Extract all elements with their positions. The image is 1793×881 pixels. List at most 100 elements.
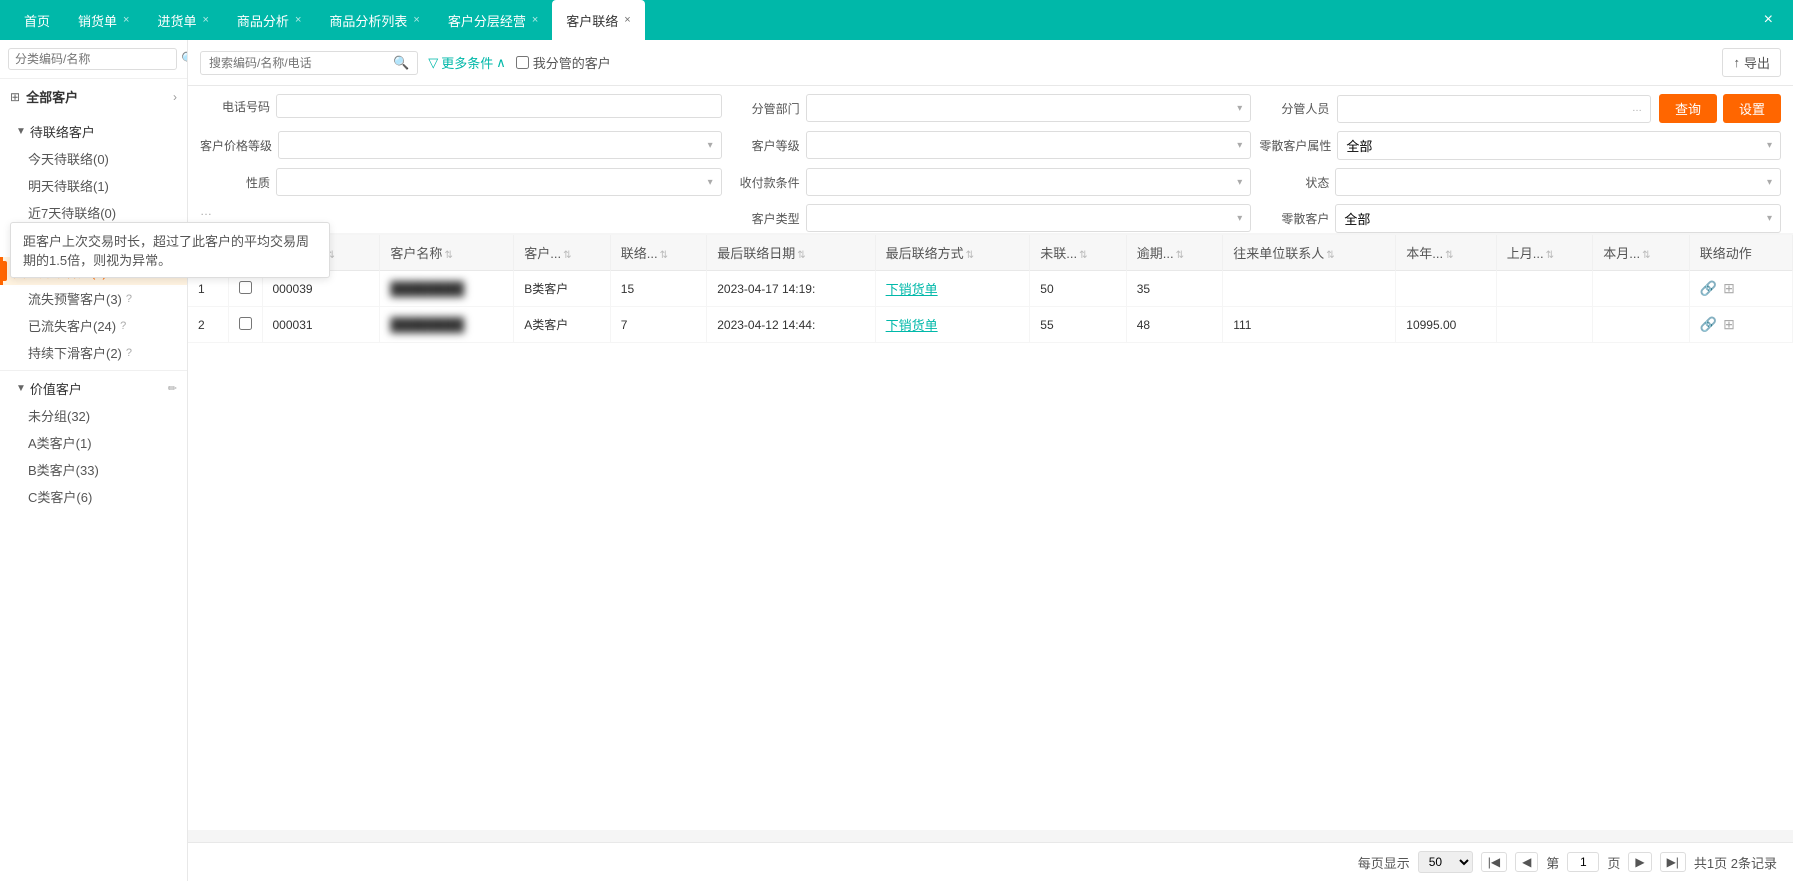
value-customer-header[interactable]: ▼ 价值客户 ✏ — [0, 375, 187, 402]
sidebar-all-customers[interactable]: ⊞ 全部客户 › — [0, 79, 187, 114]
col-last-date: 最后联络日期⇅ — [707, 235, 875, 271]
row2-code: 000031 — [262, 307, 380, 343]
tooltip-text: 距客户上次交易时长，超过了此客户的平均交易周期的1.5倍，则视为异常。 — [23, 234, 309, 268]
next-page-button[interactable]: ▶ — [1628, 852, 1651, 872]
prev-page-button[interactable]: ◀ — [1515, 852, 1538, 872]
row1-not-contacted: 50 — [1030, 271, 1126, 307]
my-customer-checkbox[interactable] — [516, 56, 529, 69]
filter-phone-row: 电话号码 — [200, 94, 722, 118]
col-last-month: 上月...⇅ — [1496, 235, 1592, 271]
nav-purchase-order[interactable]: 进货单 × — [143, 0, 222, 40]
horizontal-scrollbar[interactable] — [188, 830, 1793, 842]
sort-lastmonth-icon[interactable]: ⇅ — [1546, 250, 1554, 261]
payment-select[interactable]: ▾ — [806, 168, 1252, 196]
sidebar-a-class[interactable]: A类客户(1) — [0, 429, 187, 456]
sort-contact-icon[interactable]: ⇅ — [660, 250, 668, 261]
sidebar-search-input[interactable] — [8, 48, 177, 70]
close-sales-order-icon[interactable]: × — [123, 14, 129, 26]
lost-help-icon[interactable]: ? — [126, 293, 132, 305]
sort-not-icon[interactable]: ⇅ — [1079, 250, 1087, 261]
filter-customer-grade-row: 客户等级 ▾ — [730, 131, 1252, 159]
lost-help2-icon[interactable]: ? — [120, 320, 126, 332]
page-number-input[interactable] — [1567, 852, 1599, 872]
sidebar-tomorrow-contact[interactable]: 明天待联络(1) — [0, 172, 187, 199]
sidebar-already-lost[interactable]: 已流失客户(24) ? — [0, 312, 187, 339]
row2-grid-icon[interactable]: ⊞ — [1723, 316, 1735, 333]
filter-search-input[interactable] — [209, 56, 389, 70]
row1-name: ████████ — [380, 271, 514, 307]
nav-home[interactable]: 首页 — [10, 0, 64, 40]
sort-overdue-icon[interactable]: ⇅ — [1176, 250, 1184, 261]
triangle-down-icon: ▼ — [16, 126, 26, 137]
window-close-button[interactable]: × — [1754, 11, 1783, 29]
sort-type-icon[interactable]: ⇅ — [563, 250, 571, 261]
row2-checkbox[interactable] — [228, 307, 262, 343]
row2-action: 🔗 ⊞ — [1689, 307, 1792, 343]
close-product-analysis-list-icon[interactable]: × — [413, 14, 419, 26]
sidebar-c-class[interactable]: C类客户(6) — [0, 483, 187, 510]
last-page-button[interactable]: ▶| — [1660, 852, 1686, 872]
more-filters-button[interactable]: ▽ 更多条件 ∧ — [428, 53, 506, 72]
row2-last-method[interactable]: 下销货单 — [875, 307, 1030, 343]
close-customer-contact-icon[interactable]: × — [624, 14, 630, 26]
sort-person-icon[interactable]: ⇅ — [1326, 250, 1334, 261]
sidebar-search-icon[interactable]: 🔍 — [181, 51, 188, 67]
page-label: 第 — [1546, 853, 1559, 872]
col-overdue: 逾期...⇅ — [1126, 235, 1222, 271]
scatter-customer-label: 零散客户 — [1259, 210, 1329, 227]
sidebar-lost-warning[interactable]: 流失预警客户(3) ? — [0, 285, 187, 312]
nav-sales-order[interactable]: 销货单 × — [64, 0, 143, 40]
phone-input[interactable] — [276, 94, 722, 118]
edit-icon[interactable]: ✏ — [168, 382, 177, 395]
nav-customer-tier[interactable]: 客户分层经营 × — [434, 0, 552, 40]
customer-type-select[interactable]: ▾ — [806, 204, 1252, 232]
sort-method-icon[interactable]: ⇅ — [966, 250, 974, 261]
sort-year-icon[interactable]: ⇅ — [1445, 250, 1453, 261]
export-button[interactable]: ↑ 导出 — [1722, 48, 1781, 77]
nav-product-analysis-list[interactable]: 商品分析列表 × — [315, 0, 433, 40]
dept-select[interactable]: ▾ — [806, 94, 1252, 122]
scatter-attr-select[interactable]: 全部 ▾ — [1337, 131, 1781, 160]
top-nav: 首页 销货单 × 进货单 × 商品分析 × 商品分析列表 × 客户分层经营 × … — [0, 0, 1793, 40]
close-purchase-order-icon[interactable]: × — [202, 14, 208, 26]
declining-help-icon[interactable]: ? — [126, 347, 132, 359]
first-page-button[interactable]: |◀ — [1481, 852, 1507, 872]
scatter-attr-arrow-icon: ▾ — [1767, 140, 1772, 151]
sort-thismonth-icon[interactable]: ⇅ — [1642, 250, 1650, 261]
nav-customer-contact[interactable]: 客户联络 × — [552, 0, 644, 40]
sidebar-declining[interactable]: 持续下滑客户(2) ? — [0, 339, 187, 366]
row1-grid-icon[interactable]: ⊞ — [1723, 280, 1735, 297]
query-button[interactable]: 查询 — [1659, 94, 1717, 123]
row2-contacts: 7 — [610, 307, 706, 343]
settings-button[interactable]: 设置 — [1723, 94, 1781, 123]
filter-more-row: … — [200, 204, 722, 218]
sidebar-today-contact[interactable]: 今天待联络(0) — [0, 145, 187, 172]
row2-overdue: 48 — [1126, 307, 1222, 343]
manager-select[interactable]: … — [1337, 95, 1651, 123]
manager-arrow-icon: … — [1632, 103, 1642, 114]
filter-customer-type-row: 客户类型 ▾ — [730, 204, 1252, 232]
price-grade-select[interactable]: ▾ — [278, 131, 722, 159]
filter-price-grade-row: 客户价格等级 ▾ — [200, 131, 722, 159]
sort-date-icon[interactable]: ⇅ — [797, 250, 805, 261]
filter-search-icon[interactable]: 🔍 — [393, 55, 409, 71]
customer-grade-select[interactable]: ▾ — [806, 131, 1252, 159]
scatter-customer-select[interactable]: 全部 ▾ — [1335, 204, 1781, 233]
row1-last-date: 2023-04-17 14:19: — [707, 271, 875, 307]
filter-icon: ▽ — [428, 55, 438, 71]
per-page-select[interactable]: 50 100 200 — [1418, 851, 1473, 873]
nav-product-analysis[interactable]: 商品分析 × — [223, 0, 315, 40]
nature-select[interactable]: ▾ — [276, 168, 722, 196]
collapse-icon[interactable]: › — [173, 90, 177, 104]
row1-link-icon[interactable]: 🔗 — [1700, 280, 1717, 297]
row2-link-icon[interactable]: 🔗 — [1700, 316, 1717, 333]
close-product-analysis-icon[interactable]: × — [295, 14, 301, 26]
sidebar-b-class[interactable]: B类客户(33) — [0, 456, 187, 483]
sidebar-unclassified[interactable]: 未分组(32) — [0, 402, 187, 429]
row1-last-method[interactable]: 下销货单 — [875, 271, 1030, 307]
pending-contact-header[interactable]: ▼ 待联络客户 — [0, 118, 187, 145]
sort-name-icon[interactable]: ⇅ — [444, 250, 452, 261]
status-select[interactable]: ▾ — [1335, 168, 1781, 196]
total-pages-label: 共1页 2条记录 — [1694, 853, 1777, 872]
close-customer-tier-icon[interactable]: × — [532, 14, 538, 26]
